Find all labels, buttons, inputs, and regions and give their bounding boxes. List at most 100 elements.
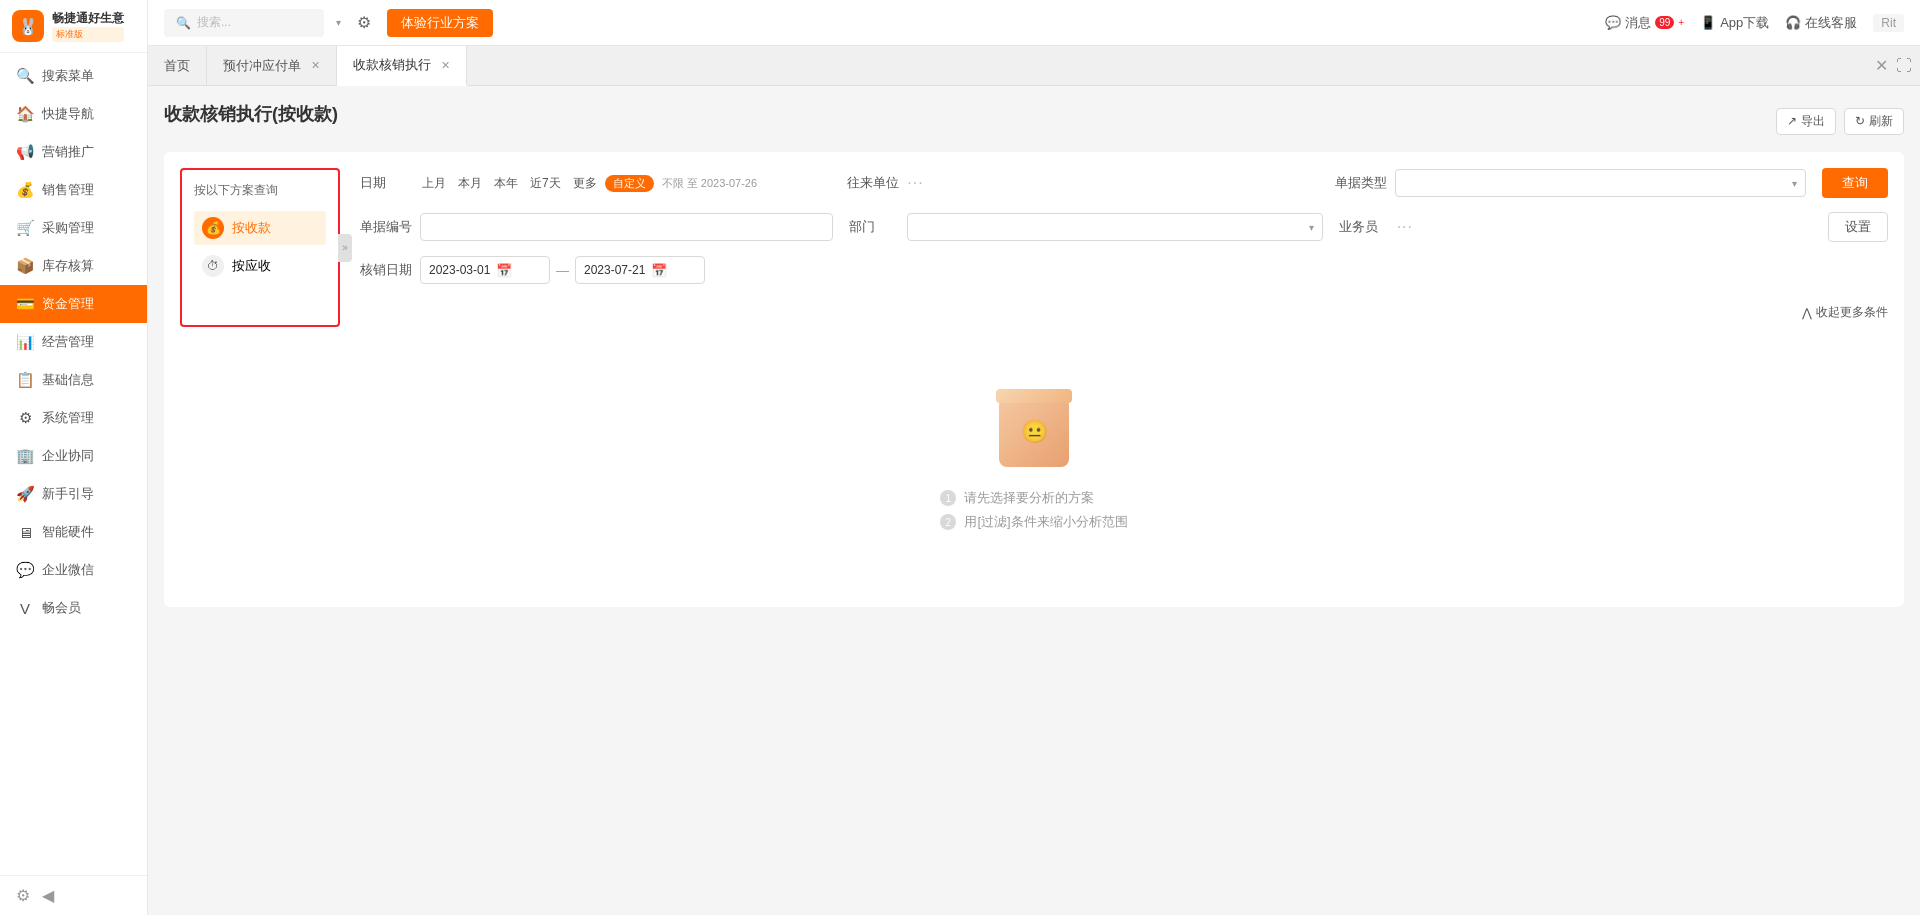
tab-home[interactable]: 首页 [148,46,207,85]
date-range-dash: — [556,263,569,278]
tab-prepay-label: 预付冲应付单 [223,57,301,75]
sidebar-item-新手引导[interactable]: 🚀 新手引导 [0,475,147,513]
topbar: 🔍 搜索... ▾ ⚙ 体验行业方案 💬 消息 99 + 📱 App下载 🎧 在… [148,0,1920,46]
sidebar: 🐰 畅捷通好生意 标准版 🔍 搜索菜单 🏠 快捷导航 📢 营销推广 💰 销售管理… [0,0,148,915]
verify-date-start-input[interactable]: 2023-03-01 📅 [420,256,550,284]
tab-expand-icon[interactable]: ⛶ [1896,57,1912,75]
sidebar-icon-13: 💬 [16,561,34,579]
collapse-label: 收起更多条件 [1816,304,1888,321]
verify-date-end-input[interactable]: 2023-07-21 📅 [575,256,705,284]
date-more[interactable]: 更多 [569,173,601,194]
search-icon: 🔍 [176,16,191,30]
date-last-month[interactable]: 上月 [418,173,450,194]
sidebar-label-14: 畅会员 [42,599,81,617]
app-icon: 📱 [1700,15,1716,30]
logo-text-group: 畅捷通好生意 标准版 [52,10,124,42]
tab-prepay-close-icon[interactable]: ✕ [311,59,320,72]
settings-icon[interactable]: ⚙ [16,886,30,905]
department-label: 部门 [849,218,899,236]
logo-text: 畅捷通好生意 [52,10,124,27]
date-this-year[interactable]: 本年 [490,173,522,194]
empty-tip-2: 2 用[过滤]条件来缩小分析范围 [940,513,1127,531]
sidebar-label-5: 库存核算 [42,257,94,275]
sidebar-label-4: 采购管理 [42,219,94,237]
counterparty-dots[interactable]: ··· [907,174,923,192]
bill-no-field: 单据编号 [360,213,833,241]
filter-layout: 按以下方案查询 💰 按收款 ⏱ 按应收 » [180,168,1888,327]
bill-type-field: 单据类型 ▾ [1335,169,1806,197]
sidebar-item-销售管理[interactable]: 💰 销售管理 [0,171,147,209]
main-area: 🔍 搜索... ▾ ⚙ 体验行业方案 💬 消息 99 + 📱 App下载 🎧 在… [148,0,1920,915]
salesperson-dots[interactable]: ··· [1397,218,1413,236]
online-service-item[interactable]: 🎧 在线客服 [1785,14,1857,32]
date-7days[interactable]: 近7天 [526,173,565,194]
bill-type-select[interactable]: ▾ [1395,169,1806,197]
date-sub-text: 不限 至 2023-07-26 [662,176,757,191]
sidebar-icon-7: 📊 [16,333,34,351]
topbar-chevron-icon[interactable]: ▾ [336,17,341,28]
empty-tip-1: 1 请先选择要分析的方案 [940,489,1127,507]
message-badge-plus: + [1678,17,1684,28]
empty-tips: 1 请先选择要分析的方案 2 用[过滤]条件来缩小分析范围 [940,489,1127,531]
sidebar-label-12: 智能硬件 [42,523,94,541]
filter-row-1: 日期 上月 本月 本年 近7天 更多 自定义 不限 至 2023-07-26 [360,168,1888,198]
tabbar-actions: ✕ ⛶ [1875,46,1920,85]
tabbar: 首页 预付冲应付单 ✕ 收款核销执行 ✕ ✕ ⛶ [148,46,1920,86]
bill-no-input[interactable] [420,213,833,241]
sidebar-item-智能硬件[interactable]: 🖥 智能硬件 [0,513,147,551]
date-custom-tag[interactable]: 自定义 [605,175,654,192]
user-info[interactable]: Rit [1873,14,1904,32]
sidebar-item-快捷导航[interactable]: 🏠 快捷导航 [0,95,147,133]
query-button[interactable]: 查询 [1822,168,1888,198]
sidebar-item-基础信息[interactable]: 📋 基础信息 [0,361,147,399]
settings-button[interactable]: 设置 [1828,212,1888,242]
sidebar-item-采购管理[interactable]: 🛒 采购管理 [0,209,147,247]
filter-sidebar-title: 按以下方案查询 [194,182,326,199]
sidebar-item-资金管理[interactable]: 💳 资金管理 [0,285,147,323]
filter-sidebar-collapse-btn[interactable]: » [338,234,352,262]
counterparty-field: 往来单位 ··· [847,174,1318,192]
tab-prepay[interactable]: 预付冲应付单 ✕ [207,46,337,85]
receivable-option-icon: ⏱ [202,255,224,277]
sidebar-item-经营管理[interactable]: 📊 经营管理 [0,323,147,361]
empty-state: 😐 1 请先选择要分析的方案 2 用[过滤]条件来缩小分析范围 [180,327,1888,591]
refresh-label: 刷新 [1869,113,1893,130]
collapse-more-button[interactable]: ⋀ 收起更多条件 [360,298,1888,327]
verify-date-start-value: 2023-03-01 [429,263,490,277]
topbar-gear-icon[interactable]: ⚙ [357,13,371,32]
sidebar-item-营销推广[interactable]: 📢 营销推广 [0,133,147,171]
filter-form: 日期 上月 本月 本年 近7天 更多 自定义 不限 至 2023-07-26 [360,168,1888,327]
sidebar-item-库存核算[interactable]: 📦 库存核算 [0,247,147,285]
sidebar-icon-4: 🛒 [16,219,34,237]
app-download-item[interactable]: 📱 App下载 [1700,14,1769,32]
collapse-sidebar-icon[interactable]: ◀ [42,886,54,905]
message-item[interactable]: 💬 消息 99 + [1605,14,1684,32]
sidebar-item-搜索菜单[interactable]: 🔍 搜索菜单 [0,57,147,95]
sidebar-label-9: 系统管理 [42,409,94,427]
topbar-search[interactable]: 🔍 搜索... [164,9,324,37]
filter-option-by-receipt[interactable]: 💰 按收款 [194,211,326,245]
date-this-month[interactable]: 本月 [454,173,486,194]
tab-receipt-verify-close-icon[interactable]: ✕ [441,59,450,72]
logo-icon: 🐰 [12,10,44,42]
filter-option-by-receivable[interactable]: ⏱ 按应收 [194,249,326,283]
tab-close-all-icon[interactable]: ✕ [1875,56,1888,75]
department-select[interactable]: ▾ [907,213,1322,241]
sidebar-icon-12: 🖥 [16,524,34,541]
collapse-chevron-icon: ⋀ [1802,306,1812,320]
date-field: 日期 上月 本月 本年 近7天 更多 自定义 不限 至 2023-07-26 [360,173,831,194]
tip-num-2: 2 [940,514,956,530]
sidebar-item-企业微信[interactable]: 💬 企业微信 [0,551,147,589]
bill-no-label: 单据编号 [360,218,412,236]
export-button[interactable]: ↗ 导出 [1776,108,1836,135]
sidebar-item-企业协同[interactable]: 🏢 企业协同 [0,437,147,475]
receipt-option-label: 按收款 [232,219,271,237]
main-content-card: 按以下方案查询 💰 按收款 ⏱ 按应收 » [164,152,1904,607]
refresh-button[interactable]: ↻ 刷新 [1844,108,1904,135]
sidebar-label-10: 企业协同 [42,447,94,465]
page-content: 收款核销执行(按收款) ↗ 导出 ↻ 刷新 按以下方案查询 💰 [148,86,1920,915]
sidebar-item-畅会员[interactable]: V 畅会员 [0,589,147,627]
tab-receipt-verify[interactable]: 收款核销执行 ✕ [337,46,467,86]
sidebar-item-系统管理[interactable]: ⚙ 系统管理 [0,399,147,437]
solution-button[interactable]: 体验行业方案 [387,9,493,37]
